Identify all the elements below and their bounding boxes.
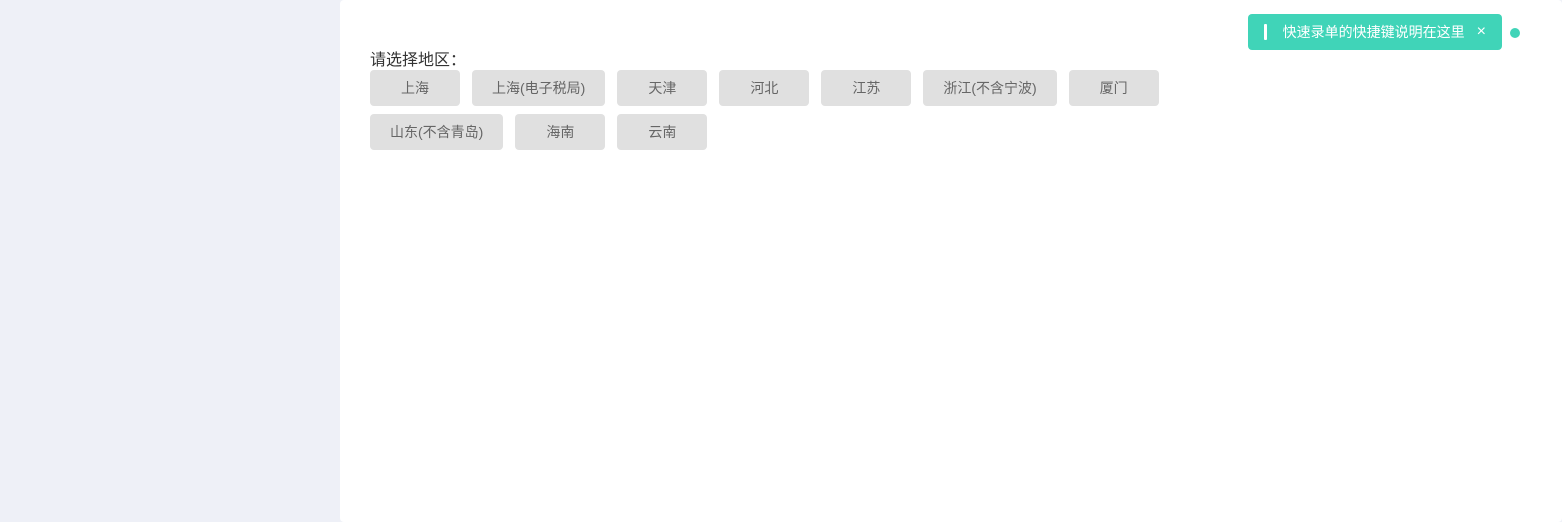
region-button-hainan[interactable]: 海南 [515,114,605,150]
tooltip-bar [1264,24,1267,40]
tooltip-dot [1510,28,1520,38]
region-button-zhejiang[interactable]: 浙江(不含宁波) [923,70,1056,106]
main-content: 请选择地区： 上海上海(电子税局) 天津河北江苏浙江(不含宁波) 厦门 山东(不含青… [340,0,1562,522]
section-label: 请选择地区： [370,46,466,70]
region-button-xiamen[interactable]: 厦门 [1069,70,1159,106]
region-button-yunnan[interactable]: 云南 [617,114,707,150]
tooltip-close-button[interactable]: × [1477,24,1486,40]
tooltip-text: 快速录单的快捷键说明在这里 [1283,22,1465,42]
region-button-hebei[interactable]: 河北 [719,70,809,106]
region-button-shanghai[interactable]: 上海 [370,70,460,106]
region-buttons-row1: 上海上海(电子税局) 天津河北江苏浙江(不含宁波) 厦门 [370,70,1270,106]
region-buttons-row2: 山东(不含青岛) 海南云南 [370,114,707,150]
tooltip-banner: 快速录单的快捷键说明在这里 × [1248,14,1502,50]
left-sidebar [0,0,340,522]
region-button-tianjin[interactable]: 天津 [617,70,707,106]
region-button-shanghai-etax[interactable]: 上海(电子税局) [472,70,605,106]
region-button-jiangsu[interactable]: 江苏 [821,70,911,106]
region-button-shandong[interactable]: 山东(不含青岛) [370,114,503,150]
